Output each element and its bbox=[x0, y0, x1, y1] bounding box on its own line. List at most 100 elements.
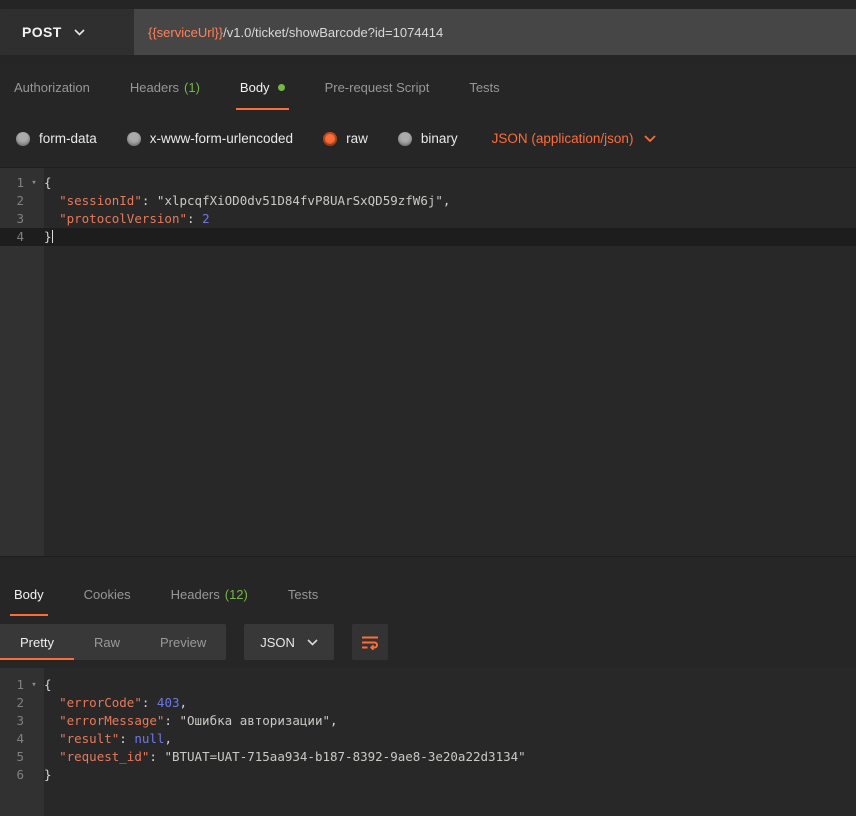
code-token: , bbox=[330, 713, 338, 728]
code-token: , bbox=[164, 731, 172, 746]
body-mode-binary[interactable]: binary bbox=[397, 131, 458, 146]
wrap-text-button[interactable] bbox=[351, 624, 388, 660]
request-url-bar: POST {{serviceUrl}}/v1.0/ticket/showBarc… bbox=[0, 0, 856, 64]
request-tabs: Authorization Headers (1) Body Pre-request S… bbox=[0, 64, 856, 110]
content-type-dropdown[interactable]: JSON (application/json) bbox=[492, 131, 657, 146]
line-number: 4 bbox=[16, 229, 24, 244]
code-line: 1 ▾{ bbox=[0, 174, 856, 192]
code-text: "errorCode": 403, bbox=[44, 694, 856, 712]
body-mode-form-data[interactable]: form-data bbox=[16, 131, 97, 146]
code-token: "request_id" bbox=[59, 749, 150, 764]
url-variable: {{serviceUrl}} bbox=[148, 24, 224, 40]
view-mode-raw[interactable]: Raw bbox=[74, 624, 140, 660]
url-path: /v1.0/ticket/showBarcode?id=1074414 bbox=[223, 24, 444, 40]
body-mode-raw[interactable]: raw bbox=[323, 131, 368, 146]
code-line: 3 "errorMessage": "Ошибка авторизации", bbox=[0, 712, 856, 730]
code-text: } bbox=[44, 228, 856, 246]
code-token: "Ошибка авторизации" bbox=[179, 713, 330, 728]
fold-caret-icon[interactable]: ▾ bbox=[24, 676, 44, 694]
code-line: 3 "protocolVersion": 2 bbox=[0, 210, 856, 228]
gutter: 2 bbox=[0, 694, 44, 712]
line-number: 4 bbox=[16, 731, 24, 746]
tab-label: Tests bbox=[469, 79, 500, 95]
view-mode-label: Preview bbox=[159, 634, 207, 650]
request-body-editor[interactable]: 1 ▾{2 "sessionId": "xlpcqfXiOD0dv51D84fvP… bbox=[0, 168, 856, 556]
code-token: : bbox=[164, 713, 180, 728]
content-type-label: JSON (application/json) bbox=[491, 131, 634, 146]
code-line: 1 ▾{ bbox=[0, 676, 856, 694]
view-mode-label: Raw bbox=[93, 634, 120, 650]
radio-icon bbox=[16, 131, 30, 146]
code-token: { bbox=[44, 677, 52, 692]
gutter: 1 ▾ bbox=[0, 676, 44, 694]
line-number: 2 bbox=[16, 193, 24, 208]
tab-label: Body bbox=[239, 79, 270, 95]
tab-cookies[interactable]: Cookies bbox=[84, 572, 131, 616]
tab-headers[interactable]: Headers (12) bbox=[171, 572, 248, 616]
response-body-editor[interactable]: 1 ▾{2 "errorCode": 403, 3 "errorMessage": … bbox=[0, 668, 856, 816]
view-mode-pretty[interactable]: Pretty bbox=[0, 624, 74, 660]
line-number: 1 bbox=[16, 175, 24, 190]
code-text: } bbox=[44, 766, 856, 784]
tab-count: (12) bbox=[224, 586, 248, 602]
tab-body[interactable]: Body bbox=[10, 572, 48, 616]
tab-tests[interactable]: Tests bbox=[469, 64, 499, 110]
code-token: "sessionId" bbox=[59, 193, 142, 208]
gutter: 3 bbox=[0, 210, 44, 228]
code-text: "protocolVersion": 2 bbox=[44, 210, 856, 228]
chevron-down-icon bbox=[74, 28, 85, 36]
mode-label: raw bbox=[346, 131, 368, 146]
code-line: 2 "errorCode": 403, bbox=[0, 694, 856, 712]
tab-pre-request-script[interactable]: Pre-request Script bbox=[325, 64, 430, 110]
code-token: "errorCode" bbox=[59, 695, 142, 710]
body-mode-x-www-form-urlencoded[interactable]: x-www-form-urlencoded bbox=[126, 131, 294, 146]
section-divider bbox=[0, 556, 856, 572]
gutter: 5 bbox=[0, 748, 44, 766]
response-toolbar: Pretty Raw Preview JSON bbox=[0, 616, 856, 668]
body-mode-row: form-data x-www-form-urlencoded raw binary … bbox=[0, 110, 856, 168]
tab-count: (1) bbox=[184, 79, 200, 95]
code-token: , bbox=[442, 193, 451, 208]
tab-label: Pre-request Script bbox=[324, 79, 430, 95]
url-input[interactable]: {{serviceUrl}}/v1.0/ticket/showBarcode?i… bbox=[134, 9, 856, 55]
tab-label: Cookies bbox=[83, 586, 131, 602]
tab-label: Tests bbox=[287, 586, 319, 602]
gutter: 6 bbox=[0, 766, 44, 784]
tab-tests[interactable]: Tests bbox=[288, 572, 318, 616]
response-tabs: Body Cookies Headers (12) Tests bbox=[0, 572, 856, 616]
code-token: "protocolVersion" bbox=[59, 211, 187, 226]
language-dropdown[interactable]: JSON bbox=[244, 624, 334, 660]
tab-authorization[interactable]: Authorization bbox=[14, 64, 90, 110]
code-token: "errorMessage" bbox=[59, 713, 165, 728]
tab-headers[interactable]: Headers (1) bbox=[130, 64, 200, 110]
mode-label: x-www-form-urlencoded bbox=[149, 131, 294, 146]
line-number: 6 bbox=[16, 767, 24, 782]
code-token: : bbox=[149, 749, 165, 764]
code-line: 4} bbox=[0, 228, 856, 246]
chevron-down-icon bbox=[307, 638, 318, 646]
code-text: { bbox=[44, 174, 856, 192]
fold-caret-icon[interactable]: ▾ bbox=[24, 174, 44, 192]
view-mode-preview[interactable]: Preview bbox=[140, 624, 226, 660]
tab-label: Headers bbox=[170, 586, 220, 602]
code-token: 2 bbox=[202, 211, 210, 226]
code-line: 2 "sessionId": "xlpcqfXiOD0dv51D84fvP8UA… bbox=[0, 192, 856, 210]
body-mode-list: form-data x-www-form-urlencoded raw binary bbox=[16, 131, 458, 146]
code-token: { bbox=[44, 175, 52, 190]
line-number: 5 bbox=[16, 749, 24, 764]
tab-body[interactable]: Body bbox=[235, 64, 289, 110]
method-dropdown[interactable]: POST bbox=[0, 9, 134, 55]
line-number: 3 bbox=[16, 211, 24, 226]
method-label: POST bbox=[22, 24, 62, 40]
code-token: "xlpcqfXiOD0dv51D84fvP8UArSxQD59zfW6j" bbox=[156, 193, 443, 208]
